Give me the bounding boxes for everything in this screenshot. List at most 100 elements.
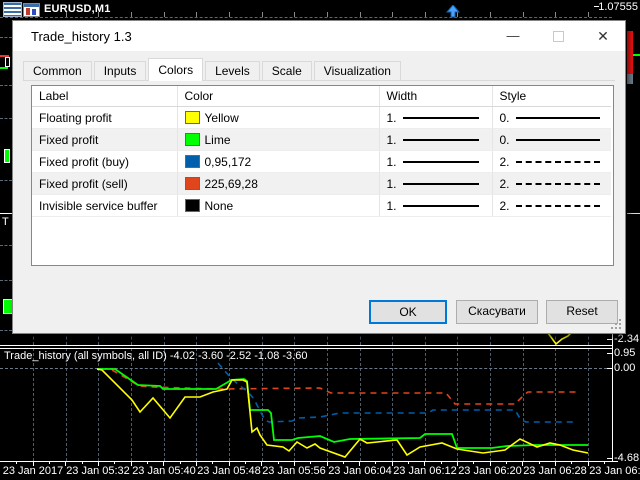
dialog-titlebar[interactable]: Trade_history 1.3 — ✕ (13, 21, 625, 51)
line-fragment (633, 54, 640, 56)
column-header-style[interactable]: Style (492, 86, 611, 107)
gridline-fragment (0, 245, 12, 246)
price-marker (627, 74, 633, 84)
arrow-up-icon[interactable] (446, 5, 460, 18)
vertical-gridline (523, 348, 524, 461)
vertical-gridline (294, 348, 295, 461)
style-cell[interactable]: 0. (492, 128, 611, 151)
column-header-width[interactable]: Width (379, 86, 493, 107)
vertical-gridline (490, 348, 491, 461)
width-cell[interactable]: 1. (379, 106, 493, 129)
style-line-sample (515, 139, 600, 142)
cancel-button[interactable]: Скасувати (456, 300, 538, 324)
gridline-fragment (0, 280, 12, 281)
ok-button[interactable]: OK (369, 300, 447, 324)
time-axis-tick (441, 461, 442, 464)
tab-inputs[interactable]: Inputs (93, 61, 147, 80)
style-cell[interactable]: 2. (492, 194, 611, 217)
subwindow-separator[interactable] (0, 345, 612, 346)
width-cell[interactable]: 1. (379, 128, 493, 151)
time-axis-label: 23 Jan 06:20 (458, 465, 522, 477)
vertical-gridline (262, 348, 263, 461)
subwindow-separator[interactable] (0, 348, 612, 349)
style-cell[interactable]: 2. (492, 172, 611, 195)
vertical-gridline (588, 348, 589, 461)
gridline-fragment (0, 118, 12, 119)
time-axis-tick (212, 461, 213, 464)
series-line-fixed-profit-sell- (111, 369, 577, 405)
price-axis[interactable] (612, 330, 613, 462)
width-cell[interactable]: 1. (379, 172, 493, 195)
time-axis[interactable] (0, 461, 618, 462)
close-icon[interactable]: ✕ (588, 25, 618, 47)
indicator-window-label: Trade_history (all symbols, all ID) -4.0… (4, 350, 308, 362)
chart-list-icon (3, 2, 22, 17)
width-cell[interactable]: 1. (379, 150, 493, 173)
tab-common[interactable]: Common (23, 61, 92, 80)
table-row[interactable]: Fixed profit Lime 1. 0. (32, 128, 611, 151)
color-cell[interactable]: Lime (177, 128, 380, 151)
time-axis-tick (16, 461, 17, 464)
time-axis-label: 23 Jan 05:56 (262, 465, 326, 477)
vertical-gridline (66, 348, 67, 461)
tab-scale[interactable]: Scale (261, 61, 312, 80)
column-header-label[interactable]: Label (32, 86, 178, 107)
maximize-icon[interactable] (543, 25, 573, 47)
resize-grip[interactable] (611, 319, 621, 329)
width-line-sample (402, 183, 479, 186)
series-line-fixed-profit (97, 368, 588, 449)
vertical-gridline (555, 348, 556, 461)
time-axis-label: 23 Jan 06:12 (393, 465, 457, 477)
time-axis-tick (375, 461, 376, 464)
color-cell[interactable]: 0,95,172 (177, 150, 380, 173)
time-axis-tick (147, 461, 148, 464)
hidden-indicator-label-fragment: T (2, 216, 9, 228)
table-row[interactable]: Floating profit Yellow 1. 0. (32, 106, 611, 129)
table-row[interactable]: Invisible service buffer None 1. 2. (32, 194, 611, 217)
vertical-gridline (392, 348, 393, 461)
style-cell[interactable]: 0. (492, 106, 611, 129)
tab-colors[interactable]: Colors (148, 58, 204, 81)
width-line-sample (402, 205, 479, 208)
tab-levels[interactable]: Levels (205, 61, 260, 80)
table-row[interactable]: Fixed profit (buy) 0,95,172 1. 2. (32, 150, 611, 173)
time-axis-tick (408, 461, 409, 464)
style-cell[interactable]: 2. (492, 150, 611, 173)
buffer-properties-table[interactable]: Label Color Width Style Floating profit Yell… (31, 85, 614, 266)
top-grid-dash (0, 17, 612, 18)
buffer-label: Fixed profit (buy) (32, 150, 178, 173)
reset-button[interactable]: Reset (546, 300, 618, 324)
color-cell[interactable]: 225,69,28 (177, 172, 380, 195)
vertical-gridline (360, 348, 361, 461)
time-axis-tick (245, 461, 246, 464)
vertical-gridline (490, 12, 491, 17)
color-cell[interactable]: None (177, 194, 380, 217)
time-axis-tick (82, 461, 83, 464)
style-line-sample (515, 205, 600, 208)
chart-window-icon (23, 3, 40, 17)
zero-level-line (0, 368, 612, 369)
indicator-properties-dialog[interactable]: Trade_history 1.3 — ✕ Common Inputs Colors… (12, 20, 626, 334)
vertical-gridline (555, 12, 556, 17)
vertical-gridline (523, 12, 524, 17)
subwindow-separator-fragment[interactable] (0, 213, 12, 214)
tab-visualization[interactable]: Visualization (313, 61, 401, 80)
time-axis-label: 23 Jan 05:32 (66, 465, 130, 477)
subwindow-separator-fragment[interactable] (627, 213, 640, 214)
mt4-chart-window[interactable]: EURUSD,M1 1.07555 T 23 Jan 2017 23 Jan 05… (0, 0, 640, 480)
gridline-fragment (0, 85, 12, 86)
scale-tick (607, 368, 612, 369)
time-axis-tick (114, 461, 115, 464)
time-axis-label: 23 Jan 05:48 (197, 465, 261, 477)
width-cell[interactable]: 1. (379, 194, 493, 217)
color-cell[interactable]: Yellow (177, 106, 380, 129)
time-axis-label: 23 Jan 06:28 (523, 465, 587, 477)
vertical-gridline (164, 12, 165, 17)
width-line-sample (402, 161, 479, 164)
dialog-title: Trade_history 1.3 (31, 29, 132, 44)
minimize-icon[interactable]: — (498, 25, 528, 47)
table-row[interactable]: Fixed profit (sell) 225,69,28 1. 2. (32, 172, 611, 195)
time-axis-label: 23 Jan 2017 (2, 465, 64, 477)
time-axis-tick (571, 461, 572, 464)
column-header-color[interactable]: Color (177, 86, 380, 107)
